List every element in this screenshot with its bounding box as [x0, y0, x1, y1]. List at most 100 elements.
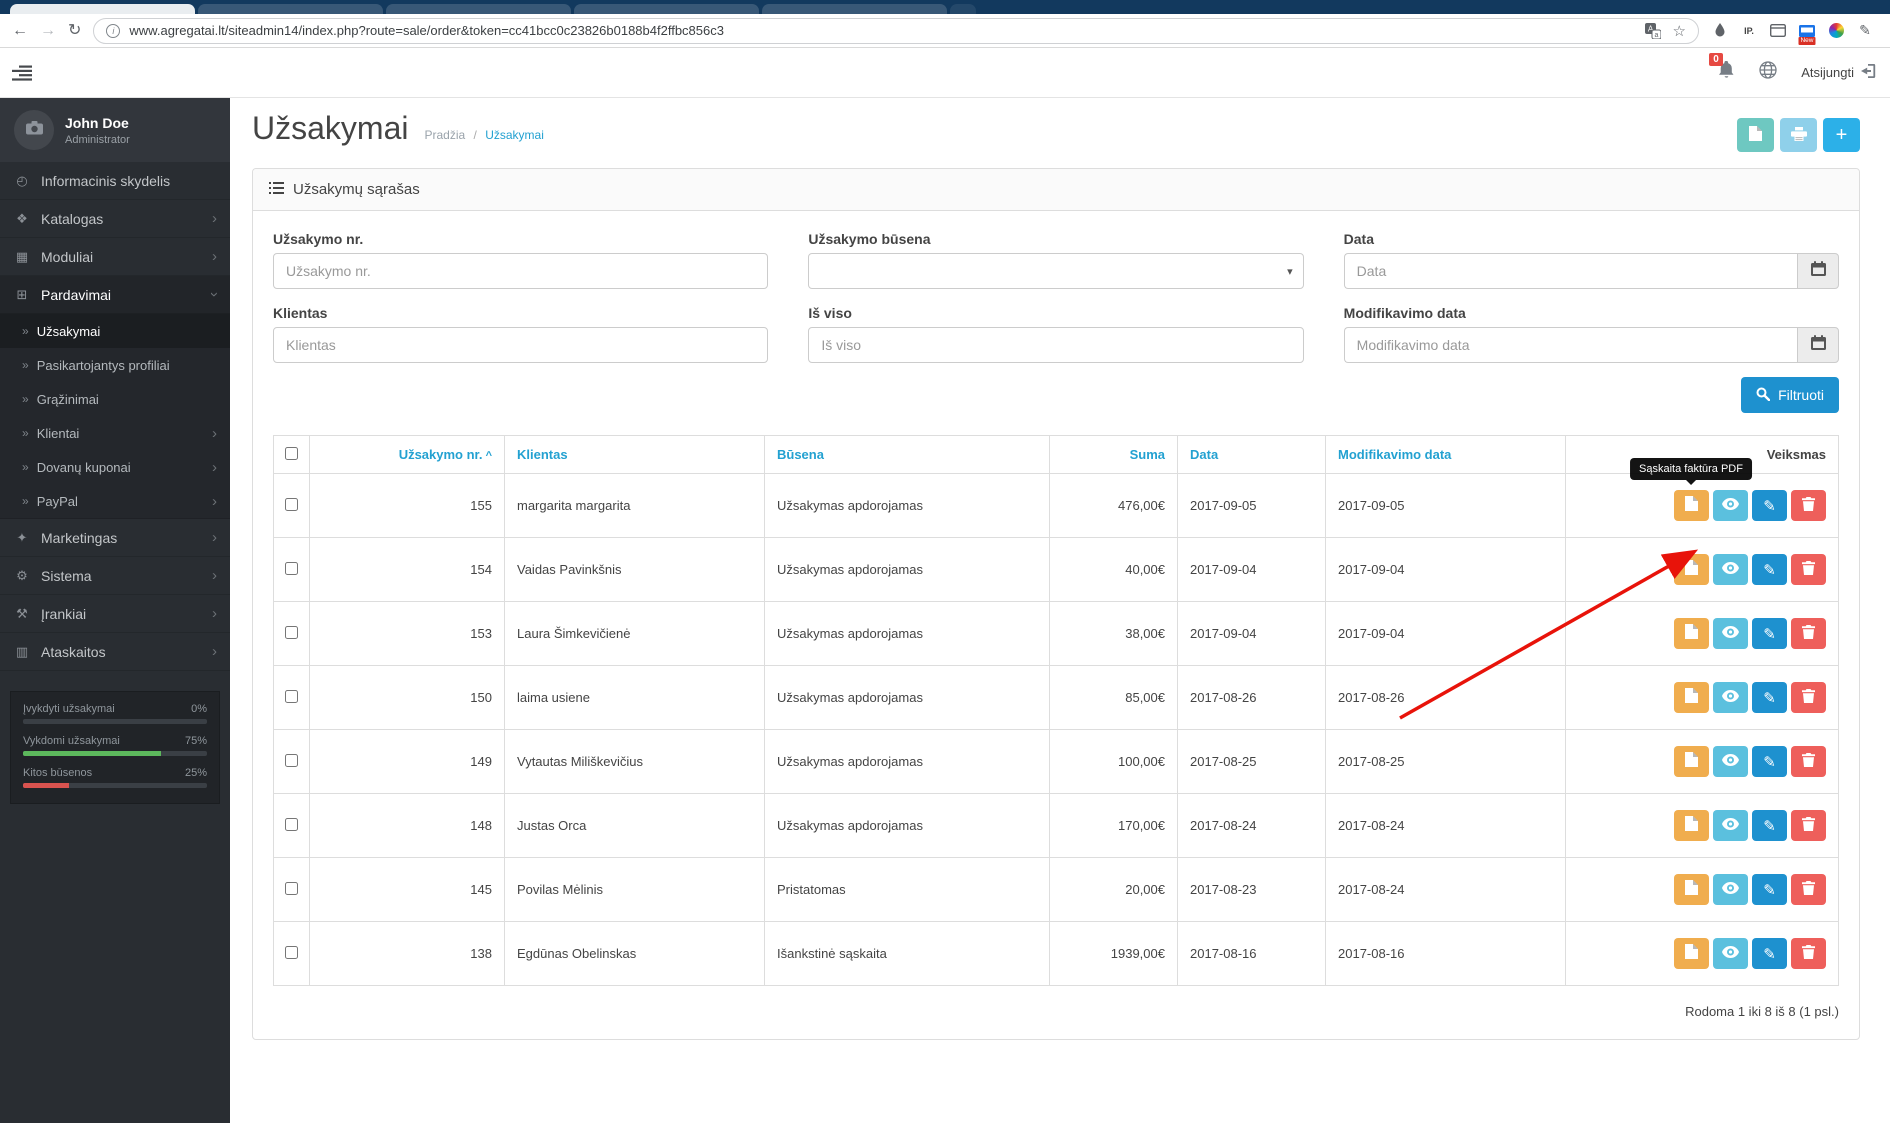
delete-order-button[interactable] [1791, 938, 1826, 969]
row-checkbox[interactable] [285, 817, 298, 831]
sidebar-item-marketingas[interactable]: ✦ Marketingas › [0, 519, 230, 557]
print-shipping-button[interactable] [1780, 118, 1817, 152]
language-button[interactable] [1759, 61, 1777, 84]
view-order-button[interactable] [1713, 682, 1748, 713]
bookmark-star-icon[interactable]: ☆ [1673, 22, 1686, 40]
row-checkbox[interactable] [285, 561, 298, 575]
browser-tab[interactable] [10, 4, 195, 14]
browser-tab[interactable] [762, 4, 947, 14]
view-order-button[interactable] [1713, 874, 1748, 905]
edit-order-button[interactable]: ✎ [1752, 938, 1787, 969]
edit-order-button[interactable]: ✎ [1752, 682, 1787, 713]
ip-extension-icon[interactable]: IP. [1740, 22, 1758, 40]
page-info-icon[interactable]: i [106, 23, 121, 38]
eyedropper-icon[interactable] [1711, 22, 1729, 40]
reload-icon[interactable]: ↻ [68, 22, 81, 39]
sidebar-subitem-dovanu-kuponai[interactable]: » Dovanų kuponai › [0, 450, 230, 484]
delete-order-button[interactable] [1791, 618, 1826, 649]
delete-order-button[interactable] [1791, 746, 1826, 777]
sidebar-item-katalogas[interactable]: ❖ Katalogas › [0, 200, 230, 238]
forward-icon[interactable]: → [40, 22, 56, 39]
url-bar[interactable]: i www.agregatai.lt/siteadmin14/index.php… [93, 17, 1699, 44]
sidebar-item-sistema[interactable]: ⚙ Sistema › [0, 557, 230, 595]
sort-link[interactable]: Būsena [777, 447, 824, 462]
breadcrumb-home[interactable]: Pradžia [424, 128, 465, 142]
sort-link[interactable]: Užsakymo nr. [399, 447, 483, 462]
view-order-button[interactable] [1713, 746, 1748, 777]
delete-order-button[interactable] [1791, 874, 1826, 905]
view-order-button[interactable] [1713, 554, 1748, 585]
browser-tab[interactable] [386, 4, 571, 14]
view-order-button[interactable] [1713, 490, 1748, 521]
sidebar-item-ataskaitos[interactable]: ▥ Ataskaitos › [0, 633, 230, 671]
sidebar-subitem-paypal[interactable]: » PayPal › [0, 484, 230, 518]
sort-link[interactable]: Modifikavimo data [1338, 447, 1451, 462]
edit-order-button[interactable]: ✎ [1752, 810, 1787, 841]
pdf-invoice-button[interactable] [1674, 938, 1709, 969]
logout-button[interactable]: Atsijungti [1801, 64, 1876, 81]
pdf-invoice-button[interactable] [1674, 490, 1709, 521]
screenshot-extension-icon[interactable]: New [1798, 22, 1816, 45]
avatar[interactable] [14, 110, 54, 150]
browser-tab[interactable] [574, 4, 759, 14]
pdf-invoice-button[interactable] [1674, 810, 1709, 841]
row-checkbox[interactable] [285, 945, 298, 959]
colorwheel-extension-icon[interactable] [1827, 22, 1845, 40]
pdf-invoice-button[interactable] [1674, 618, 1709, 649]
browser-tab[interactable] [198, 4, 383, 14]
edit-order-button[interactable]: ✎ [1752, 490, 1787, 521]
row-checkbox[interactable] [285, 625, 298, 639]
filter-input-klientas[interactable] [273, 327, 769, 363]
pdf-invoice-button[interactable] [1674, 874, 1709, 905]
edit-order-button[interactable]: ✎ [1752, 554, 1787, 585]
sidebar-subitem-pasikartojantys-profiliai[interactable]: » Pasikartojantys profiliai [0, 348, 230, 382]
filter-input-uzsakymo-nr[interactable] [273, 253, 769, 289]
view-order-button[interactable] [1713, 938, 1748, 969]
menu-toggle-icon[interactable] [12, 65, 32, 81]
translate-icon[interactable]: Aa [1644, 22, 1662, 40]
edit-order-button[interactable]: ✎ [1752, 746, 1787, 777]
add-order-button[interactable]: + [1823, 118, 1860, 152]
row-checkbox[interactable] [285, 753, 298, 767]
row-checkbox[interactable] [285, 881, 298, 895]
delete-order-button[interactable] [1791, 682, 1826, 713]
row-checkbox[interactable] [285, 497, 298, 511]
select-all-checkbox[interactable] [285, 446, 298, 460]
print-invoice-button[interactable] [1737, 118, 1774, 152]
new-tab-button[interactable] [950, 4, 976, 14]
filter-input-is-viso[interactable] [808, 327, 1304, 363]
delete-order-button[interactable] [1791, 490, 1826, 521]
view-order-button[interactable] [1713, 810, 1748, 841]
sort-link[interactable]: Suma [1130, 447, 1165, 462]
filter-input-modifikavimo-data[interactable] [1343, 327, 1797, 363]
sidebar-item-moduliai[interactable]: ▦ Moduliai › [0, 238, 230, 276]
notifications-button[interactable]: 0 [1709, 53, 1735, 84]
calendar-button[interactable] [1797, 253, 1839, 289]
pdf-invoice-button[interactable] [1674, 554, 1709, 585]
sidebar-subitem-klientai[interactable]: » Klientai › [0, 416, 230, 450]
filter-input-data[interactable] [1343, 253, 1797, 289]
sort-link[interactable]: Data [1190, 447, 1218, 462]
sidebar-item-informacinis-skydelis[interactable]: ◴ Informacinis skydelis [0, 162, 230, 200]
window-extension-icon[interactable] [1769, 22, 1787, 40]
calendar-button[interactable] [1797, 327, 1839, 363]
filter-select-uzsakymo-busena[interactable]: ▾ [808, 253, 1304, 289]
delete-order-button[interactable] [1791, 810, 1826, 841]
sidebar-subitem-uzsakymai[interactable]: » Užsakymai [0, 314, 230, 348]
back-icon[interactable]: ← [12, 22, 28, 39]
filter-button[interactable]: Filtruoti [1741, 377, 1839, 413]
sidebar-item-irankiai[interactable]: ⚒ Įrankiai › [0, 595, 230, 633]
column-header-uzsakymo-nr: Užsakymo nr. ^ [309, 435, 505, 474]
pdf-invoice-button[interactable] [1674, 682, 1709, 713]
sidebar-item-pardavimai[interactable]: ⊞ Pardavimai › [0, 276, 230, 314]
row-checkbox[interactable] [285, 689, 298, 703]
breadcrumb-current[interactable]: Užsakymai [485, 128, 544, 142]
delete-order-button[interactable] [1791, 554, 1826, 585]
sort-link[interactable]: Klientas [517, 447, 568, 462]
edit-order-button[interactable]: ✎ [1752, 874, 1787, 905]
edit-order-button[interactable]: ✎ [1752, 618, 1787, 649]
view-order-button[interactable] [1713, 618, 1748, 649]
pencil-extension-icon[interactable]: ✎ [1856, 22, 1874, 40]
pdf-invoice-button[interactable] [1674, 746, 1709, 777]
sidebar-subitem-grazinimai[interactable]: » Grąžinimai [0, 382, 230, 416]
